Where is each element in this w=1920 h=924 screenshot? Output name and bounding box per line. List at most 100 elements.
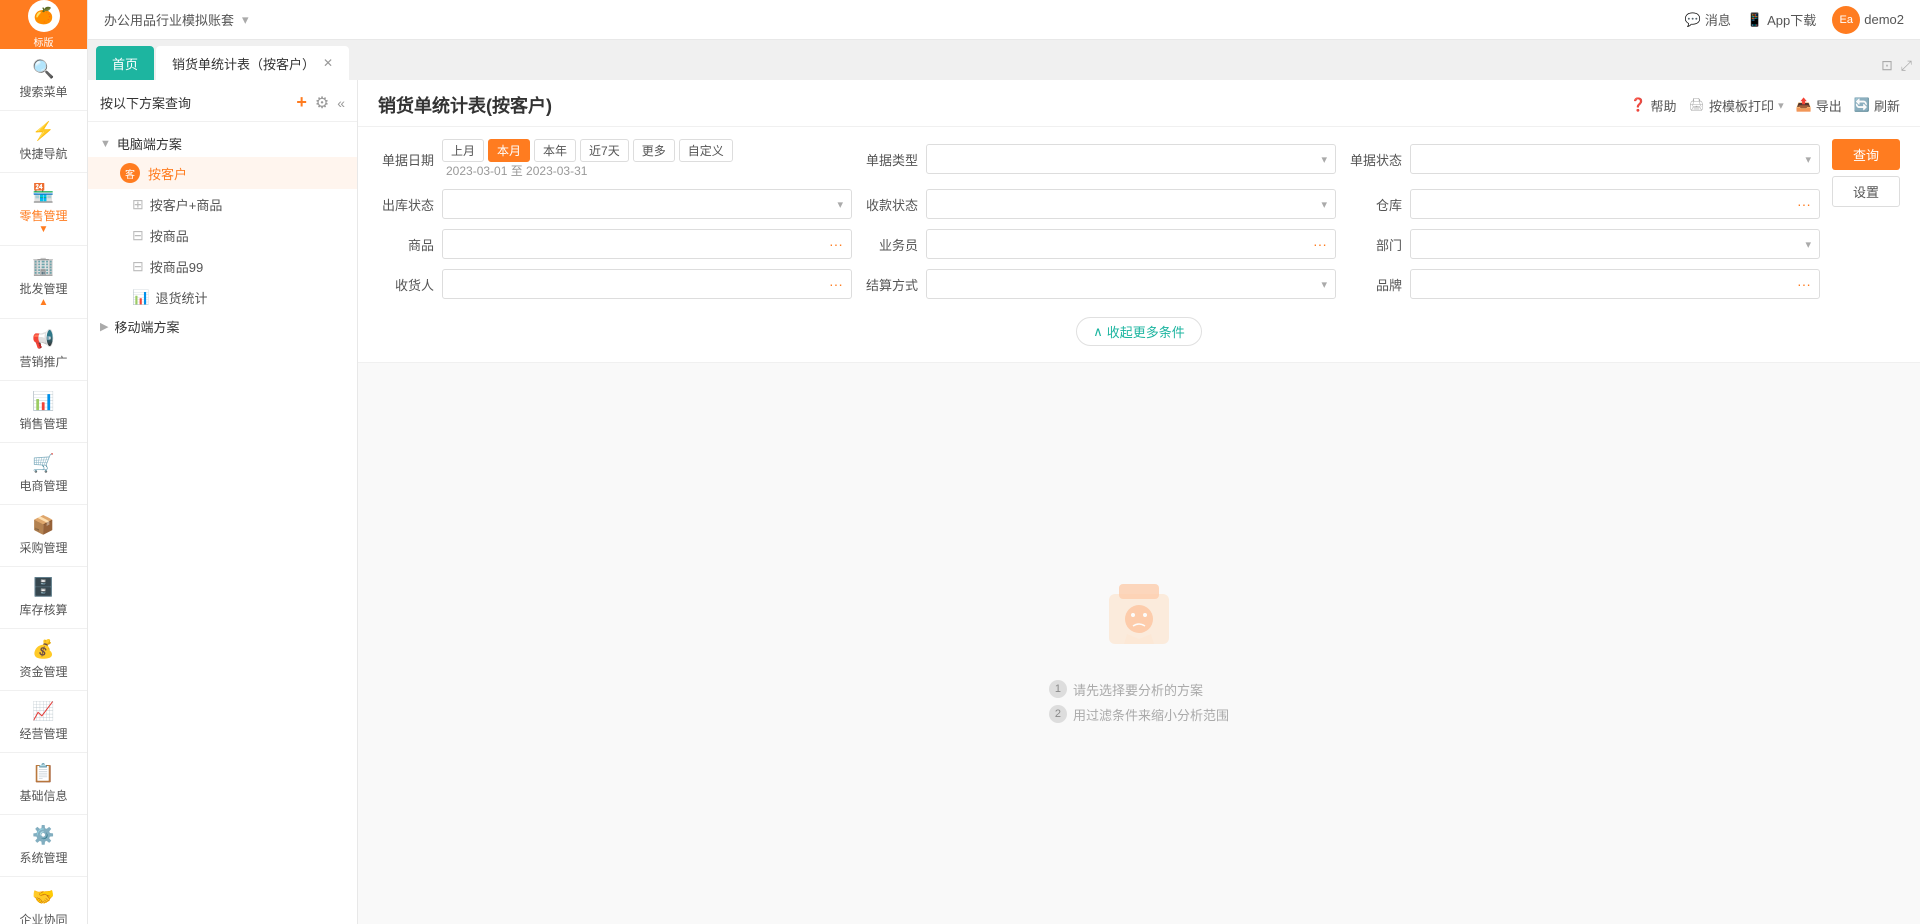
product-dots: ···: [829, 236, 843, 252]
sidebar-item-wholesale[interactable]: 🏢 批发管理 ▲: [0, 246, 88, 319]
refresh-btn[interactable]: 🔄 刷新: [1854, 96, 1900, 115]
sidebar-item-retail-label: 零售管理: [19, 207, 67, 224]
sidebar-item-system[interactable]: ⚙️ 系统管理: [0, 815, 88, 877]
receiver-select[interactable]: ···: [442, 269, 852, 299]
message-btn[interactable]: 💬 消息: [1685, 10, 1731, 29]
collect-status-arrow: ▾: [1321, 198, 1327, 211]
tab-close-btn[interactable]: ✕: [323, 56, 333, 70]
tabs-bar: 首页 销货单统计表（按客户） ✕ ⊡ ⤢: [88, 40, 1920, 80]
refresh-icon: 🔄: [1854, 97, 1870, 113]
tab-restore-icon[interactable]: ⊡: [1881, 57, 1893, 74]
tip-num-2: 2: [1049, 705, 1067, 723]
sidebar-item-finance[interactable]: 💰 资金管理: [0, 629, 88, 691]
sidebar-item-search[interactable]: 🔍 搜索菜单: [0, 49, 88, 111]
doc-type-label: 单据类型: [862, 150, 918, 169]
salesperson-field: 业务员 ···: [862, 229, 1336, 259]
add-scheme-btn[interactable]: +: [296, 92, 307, 113]
date-btn-this-month[interactable]: 本月: [488, 139, 530, 162]
warehouse-select[interactable]: ···: [1410, 189, 1820, 219]
out-status-label: 出库状态: [378, 195, 434, 214]
tree-item-by-customer[interactable]: 客 按客户: [88, 157, 357, 189]
empty-illustration: [1089, 564, 1189, 664]
tip-text-2: 用过滤条件来缩小分析范围: [1073, 705, 1229, 724]
sidebar: 🍊 标版 🔍 搜索菜单 ⚡ 快捷导航 🏪 零售管理 ▼ 🏢 批发管理 ▲ 📢 营…: [0, 0, 88, 924]
brand-dots: ···: [1797, 276, 1811, 292]
product-label: 商品: [378, 235, 434, 254]
sidebar-item-basic[interactable]: 📋 基础信息: [0, 753, 88, 815]
print-icon: 🖨: [1689, 97, 1706, 113]
date-btn-last-7days[interactable]: 近7天: [580, 139, 629, 162]
salesperson-select[interactable]: ···: [926, 229, 1336, 259]
receiver-dots: ···: [829, 276, 843, 292]
export-btn[interactable]: 📤 导出: [1796, 96, 1842, 115]
date-range: 2023-03-01 至 2023-03-31: [446, 162, 852, 179]
by-customer-icon: 客: [120, 163, 140, 183]
app-download-btn[interactable]: 📱 App下载: [1747, 10, 1816, 29]
right-content: 销货单统计表(按客户) ❓ 帮助 🖨 按模板打印 ▾ 📤 导出: [358, 80, 1920, 924]
date-btn-more[interactable]: 更多: [633, 139, 675, 162]
message-label: 消息: [1705, 10, 1731, 29]
tree-group-pc[interactable]: ▼ 电脑端方案: [88, 130, 357, 157]
help-btn[interactable]: ❓ 帮助: [1630, 96, 1676, 115]
sidebar-item-ecommerce[interactable]: 🛒 电商管理: [0, 443, 88, 505]
sidebar-item-retail[interactable]: 🏪 零售管理 ▼: [0, 173, 88, 246]
receiver-field: 收货人 ···: [378, 269, 852, 299]
empty-tips: 1 请先选择要分析的方案 2 用过滤条件来缩小分析范围: [1049, 680, 1229, 724]
sidebar-item-marketing[interactable]: 📢 营销推广: [0, 319, 88, 381]
sidebar-item-inventory[interactable]: 🗄️ 库存核算: [0, 567, 88, 629]
tab-home[interactable]: 首页: [96, 46, 154, 80]
brand-select[interactable]: ···: [1410, 269, 1820, 299]
date-btn-this-year[interactable]: 本年: [534, 139, 576, 162]
settlement-select[interactable]: ▾: [926, 269, 1336, 299]
tree-group-mobile-label: 移动端方案: [114, 317, 179, 336]
scheme-settings-btn[interactable]: ⚙: [315, 93, 329, 113]
operation-icon: 📈: [32, 701, 54, 722]
sidebar-item-operation[interactable]: 📈 经营管理: [0, 691, 88, 753]
query-button[interactable]: 查询: [1832, 139, 1900, 170]
date-btn-custom[interactable]: 自定义: [679, 139, 733, 162]
date-label: 单据日期: [378, 150, 434, 169]
sidebar-item-inventory-label: 库存核算: [19, 601, 67, 618]
sidebar-item-quicknav[interactable]: ⚡ 快捷导航: [0, 111, 88, 173]
sidebar-item-basic-label: 基础信息: [19, 787, 67, 804]
product-select[interactable]: ···: [442, 229, 852, 259]
sidebar-item-purchase[interactable]: 📦 采购管理: [0, 505, 88, 567]
content-area: 按以下方案查询 + ⚙ « ▼ 电脑端方案 客 按客户: [88, 80, 1920, 924]
collapse-panel-btn[interactable]: «: [337, 95, 345, 111]
setting-button[interactable]: 设置: [1832, 176, 1900, 207]
sidebar-item-sales-label: 销售管理: [19, 415, 67, 432]
doc-type-select[interactable]: ▾: [926, 144, 1336, 174]
tree-item-by-product99[interactable]: ⊟ 按商品99: [88, 251, 357, 282]
tab-fullscreen-icon[interactable]: ⤢: [1901, 57, 1912, 74]
doc-status-select[interactable]: ▾: [1410, 144, 1820, 174]
doc-status-label: 单据状态: [1346, 150, 1402, 169]
collapse-btn[interactable]: ∧ 收起更多条件: [1076, 317, 1202, 346]
tree-item-by-product[interactable]: ⊟ 按商品: [88, 220, 357, 251]
user-area[interactable]: Ea demo2: [1832, 6, 1904, 34]
department-select[interactable]: ▾: [1410, 229, 1820, 259]
tree-group-mobile[interactable]: ▶ 移动端方案: [88, 313, 357, 340]
dropdown-arrow[interactable]: ▾: [242, 12, 249, 28]
collect-status-select[interactable]: ▾: [926, 189, 1336, 219]
by-customer-product-label: 按客户+商品: [150, 195, 223, 214]
collect-status-field: 收款状态 ▾: [862, 189, 1336, 219]
empty-tip-2: 2 用过滤条件来缩小分析范围: [1049, 705, 1229, 724]
header-right: 💬 消息 📱 App下载 Ea demo2: [1685, 6, 1904, 34]
date-btn-last-month[interactable]: 上月: [442, 139, 484, 162]
main-area: 办公用品行业模拟账套 ▾ 💬 消息 📱 App下载 Ea demo2 首页: [88, 0, 1920, 924]
wholesale-arrow: ▲: [39, 297, 49, 308]
tab-sales-stat[interactable]: 销货单统计表（按客户） ✕: [156, 46, 349, 80]
tip-num-1: 1: [1049, 680, 1067, 698]
print-btn[interactable]: 🖨 按模板打印 ▾: [1689, 96, 1784, 115]
tree-group-mobile-arrow: ▶: [100, 320, 108, 333]
sidebar-item-sales[interactable]: 📊 销售管理: [0, 381, 88, 443]
tree-item-return-stat[interactable]: 📊 退货统计: [88, 282, 357, 313]
sidebar-item-cooperation[interactable]: 🤝 企业协同: [0, 877, 88, 924]
out-status-select[interactable]: ▾: [442, 189, 852, 219]
settlement-label: 结算方式: [862, 275, 918, 294]
tree-item-by-customer-product[interactable]: ⊞ 按客户+商品: [88, 189, 357, 220]
export-label: 导出: [1816, 96, 1842, 115]
tree-section: ▼ 电脑端方案 客 按客户 ⊞ 按客户+商品 ⊟ 按商品: [88, 122, 357, 348]
print-arrow: ▾: [1778, 99, 1784, 112]
refresh-label: 刷新: [1874, 96, 1900, 115]
